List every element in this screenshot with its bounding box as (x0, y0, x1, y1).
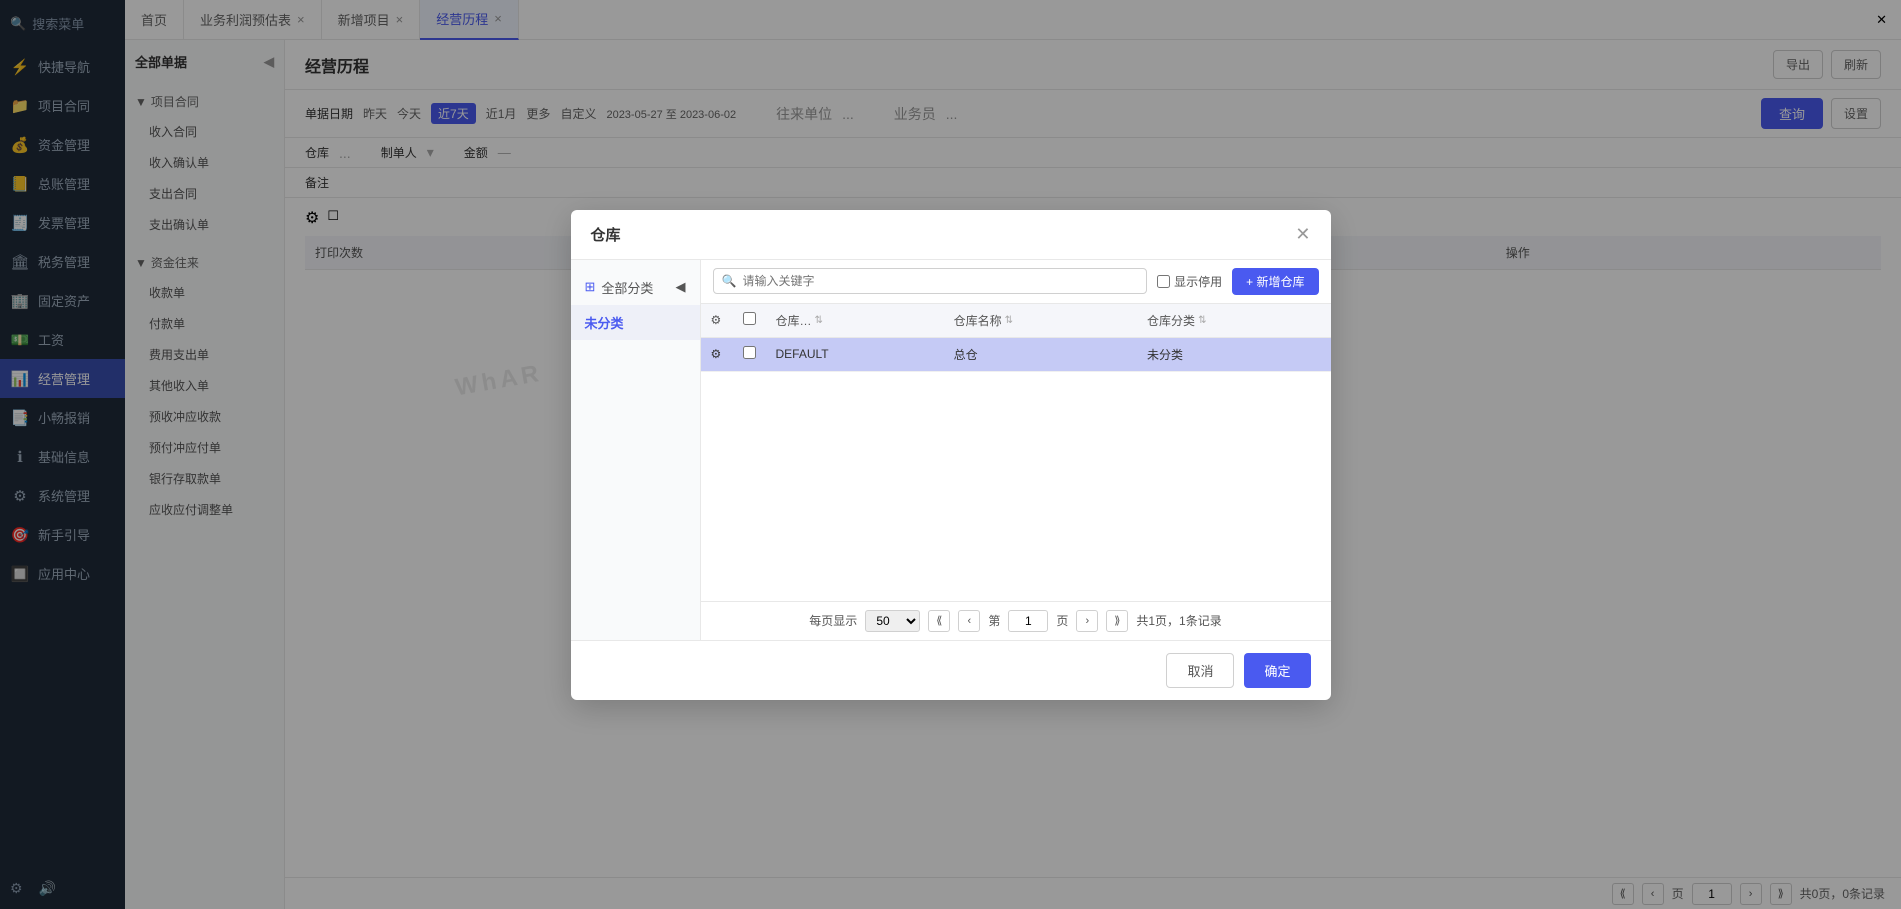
show-disabled-label: 显示停用 (1174, 273, 1222, 290)
modal-search-icon: 🔍 (722, 274, 737, 288)
th-name-label: 仓库名称 (954, 312, 1002, 329)
page-number-input[interactable] (1008, 610, 1048, 632)
modal-sidebar-all-label: 全部分类 (601, 278, 653, 297)
search-input-wrapper[interactable]: 🔍 (713, 268, 1148, 294)
modal-main: 🔍 显示停用 + 新增仓库 ⚙ (701, 260, 1331, 640)
add-warehouse-button[interactable]: + 新增仓库 (1232, 268, 1318, 295)
page-first-button[interactable]: ⟪ (928, 610, 950, 632)
page-last-button[interactable]: ⟫ (1106, 610, 1128, 632)
th-name: 仓库名称 ⇅ (944, 304, 1137, 338)
select-all-checkbox[interactable] (743, 312, 756, 325)
confirm-button[interactable]: 确定 (1244, 653, 1310, 688)
th-category-label: 仓库分类 (1147, 312, 1195, 329)
th-settings: ⚙ (701, 304, 733, 338)
total-info: 共1页，1条记录 (1136, 612, 1221, 629)
page-next-button[interactable]: › (1076, 610, 1098, 632)
th-code: 仓库… ⇅ (766, 304, 944, 338)
show-disabled-checkbox[interactable] (1157, 275, 1170, 288)
modal-header: 仓库 ✕ (571, 210, 1331, 260)
modal-table: ⚙ 仓库… ⇅ (701, 304, 1331, 601)
page-unit-label: 页 (1056, 612, 1068, 629)
per-page-label: 每页显示 (809, 612, 857, 629)
row-settings[interactable]: ⚙ (701, 337, 733, 371)
row-checkbox[interactable] (733, 337, 766, 371)
page-goto-label: 第 (988, 612, 1000, 629)
row-name: 总仓 (944, 337, 1137, 371)
show-disabled-checkbox-label[interactable]: 显示停用 (1157, 273, 1222, 290)
row-category: 未分类 (1137, 337, 1330, 371)
modal-sidebar-unclassified[interactable]: 未分类 (571, 305, 700, 340)
warehouse-modal: 仓库 ✕ ⊞ 全部分类 ◀ 未分类 🔍 显示停用 (571, 210, 1331, 700)
modal-pagination: 每页显示 50 10 20 100 ⟪ ‹ 第 页 › ⟫ 共1页，1条记录 (701, 601, 1331, 640)
modal-footer: 取消 确定 (571, 640, 1331, 700)
search-input[interactable] (742, 274, 1138, 288)
sort-icon-code: ⇅ (815, 315, 823, 326)
modal-sidebar-all-category[interactable]: ⊞ 全部分类 ◀ (571, 270, 700, 305)
sort-icon-category: ⇅ (1198, 315, 1206, 326)
th-category: 仓库分类 ⇅ (1137, 304, 1330, 338)
modal-body: ⊞ 全部分类 ◀ 未分类 🔍 显示停用 + 新增仓库 (571, 260, 1331, 640)
row-select-checkbox[interactable] (743, 346, 756, 359)
table-header-row: ⚙ 仓库… ⇅ (701, 304, 1331, 338)
th-checkbox (733, 304, 766, 338)
per-page-select[interactable]: 50 10 20 100 (865, 610, 920, 632)
modal-sidebar: ⊞ 全部分类 ◀ 未分类 (571, 260, 701, 640)
modal-toolbar: 🔍 显示停用 + 新增仓库 (701, 260, 1331, 304)
modal-title: 仓库 (591, 224, 621, 245)
grid-icon: ⊞ (585, 279, 596, 295)
sort-icon-name: ⇅ (1005, 315, 1013, 326)
warehouse-table-body: ⚙ DEFAULT 总仓 未分类 (701, 337, 1331, 371)
row-code: DEFAULT (766, 337, 944, 371)
cancel-button[interactable]: 取消 (1166, 653, 1234, 688)
warehouse-table: ⚙ 仓库… ⇅ (701, 304, 1331, 372)
th-code-label: 仓库… (776, 312, 812, 329)
row-settings-icon[interactable]: ⚙ (711, 347, 722, 361)
page-prev-button[interactable]: ‹ (958, 610, 980, 632)
table-row[interactable]: ⚙ DEFAULT 总仓 未分类 (701, 337, 1331, 371)
modal-close-icon[interactable]: ✕ (1295, 224, 1310, 245)
modal-sidebar-collapse-btn[interactable]: ◀ (676, 279, 686, 295)
settings-icon[interactable]: ⚙ (711, 313, 722, 327)
modal-sidebar-unclassified-label: 未分类 (585, 313, 624, 332)
